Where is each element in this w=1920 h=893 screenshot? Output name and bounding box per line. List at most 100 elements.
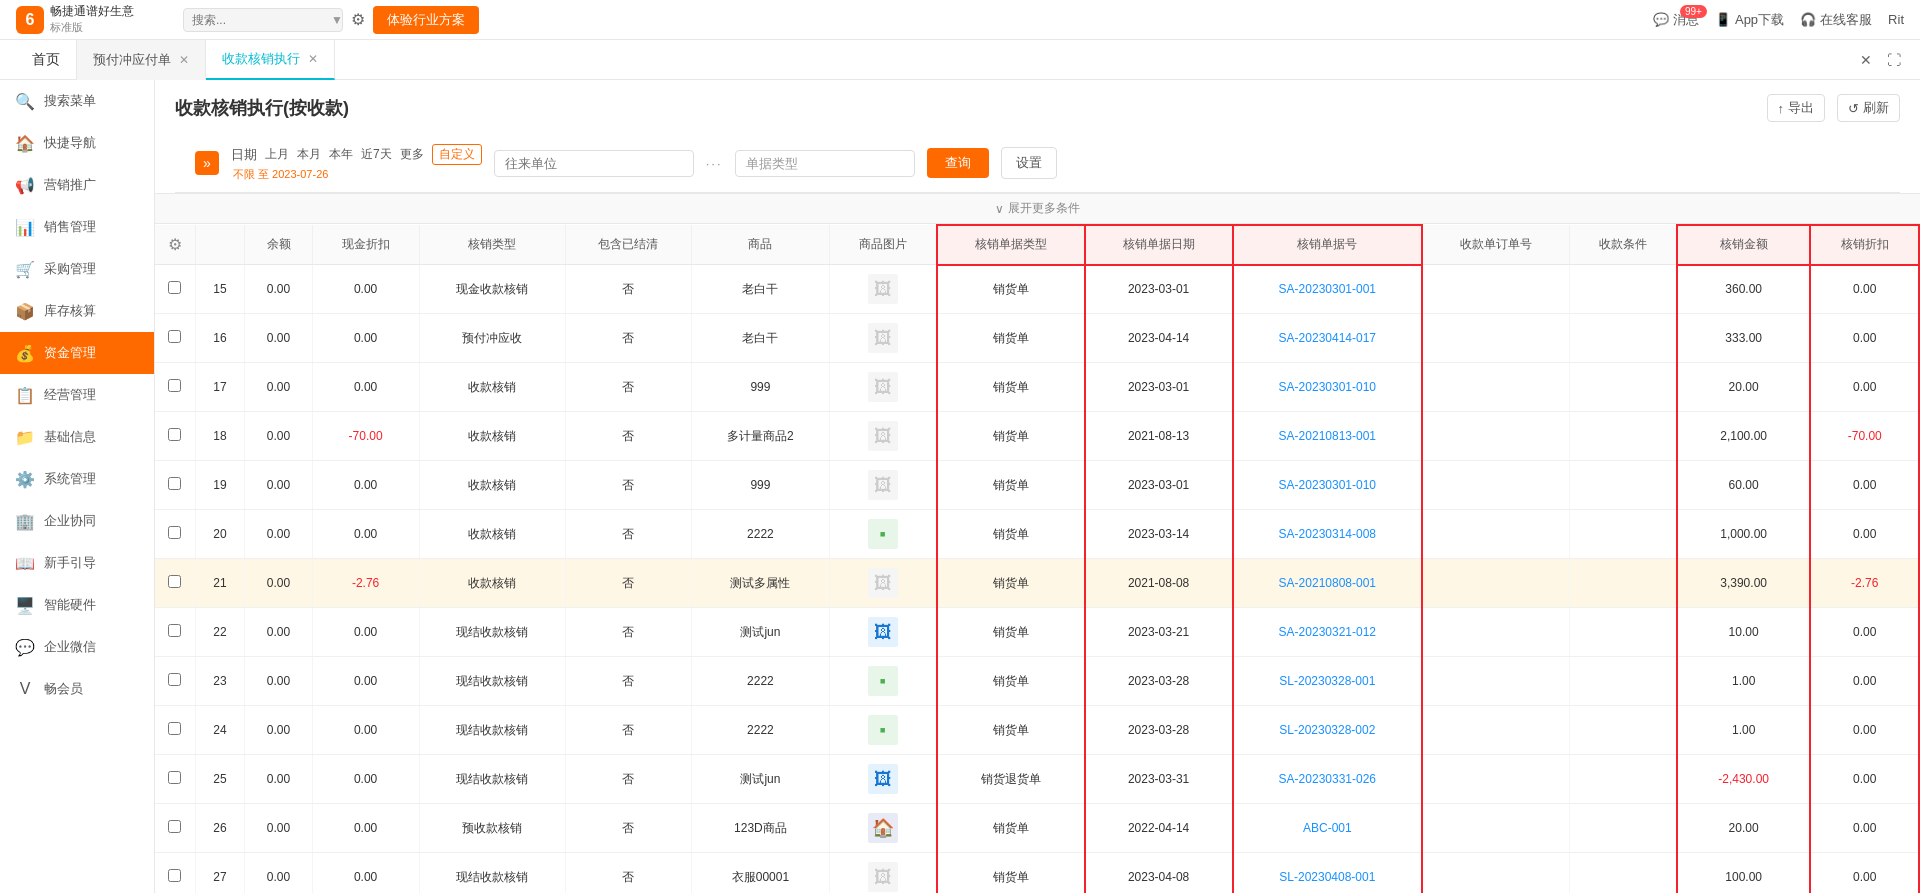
- date-7days[interactable]: 近7天: [361, 146, 392, 163]
- window-close-icon[interactable]: ✕: [1856, 50, 1876, 70]
- cell-voucher-no[interactable]: SA-20210808-001: [1233, 559, 1423, 608]
- cell-goods: 999: [692, 461, 829, 510]
- sidebar-item-hardware[interactable]: 🖥️ 智能硬件: [0, 584, 154, 626]
- tab-home[interactable]: 首页: [16, 40, 77, 80]
- voucher-type-select[interactable]: 单据类型: [735, 150, 915, 177]
- row-checkbox[interactable]: [168, 281, 181, 294]
- cell-checkbox[interactable]: [155, 314, 195, 363]
- cell-checkbox[interactable]: [155, 412, 195, 461]
- export-btn[interactable]: ↑ 导出: [1767, 94, 1826, 122]
- cell-checkbox[interactable]: [155, 461, 195, 510]
- cell-checkbox[interactable]: [155, 657, 195, 706]
- cell-voucher-no[interactable]: SA-20230321-012: [1233, 608, 1423, 657]
- sidebar-item-system[interactable]: ⚙️ 系统管理: [0, 458, 154, 500]
- sidebar-item-search[interactable]: 🔍 搜索菜单: [0, 80, 154, 122]
- cell-voucher-no[interactable]: SA-20230301-010: [1233, 363, 1423, 412]
- cell-checkbox[interactable]: [155, 853, 195, 894]
- row-checkbox[interactable]: [168, 575, 181, 588]
- date-cur-month[interactable]: 本月: [297, 146, 321, 163]
- cell-checkbox[interactable]: [155, 559, 195, 608]
- cell-voucher-date: 2023-03-01: [1085, 461, 1233, 510]
- tab-prepay[interactable]: 预付冲应付单 ✕: [77, 40, 206, 80]
- message-area[interactable]: 💬 消息 99+: [1653, 11, 1699, 29]
- cell-checkbox[interactable]: [155, 706, 195, 755]
- user-area[interactable]: Rit: [1888, 12, 1904, 27]
- tab-collection-close-icon[interactable]: ✕: [308, 52, 318, 66]
- expand-conditions-btn[interactable]: ∨ 展开更多条件: [995, 200, 1080, 217]
- cell-goods-img: 🖼: [829, 853, 937, 894]
- cell-checkbox[interactable]: [155, 363, 195, 412]
- cell-writeoff-amount: 20.00: [1677, 804, 1811, 853]
- row-checkbox[interactable]: [168, 820, 181, 833]
- row-checkbox[interactable]: [168, 771, 181, 784]
- row-checkbox[interactable]: [168, 526, 181, 539]
- filter-toggle-btn[interactable]: »: [195, 151, 219, 175]
- tab-prepay-close-icon[interactable]: ✕: [179, 53, 189, 67]
- sidebar-item-finance[interactable]: 💰 资金管理: [0, 332, 154, 374]
- cell-voucher-no[interactable]: SA-20230301-001: [1233, 265, 1423, 314]
- date-more[interactable]: 更多: [400, 146, 424, 163]
- tab-collection[interactable]: 收款核销执行 ✕: [206, 40, 335, 80]
- cell-writeoff-amount: 20.00: [1677, 363, 1811, 412]
- global-search-input[interactable]: [183, 8, 343, 32]
- cell-voucher-no[interactable]: SA-20210813-001: [1233, 412, 1423, 461]
- cell-checkbox[interactable]: [155, 755, 195, 804]
- date-custom[interactable]: 自定义: [432, 144, 482, 165]
- row-checkbox[interactable]: [168, 477, 181, 490]
- sidebar-label-finance: 资金管理: [44, 344, 96, 362]
- sidebar-item-guide[interactable]: 📖 新手引导: [0, 542, 154, 584]
- cell-voucher-no[interactable]: SA-20230331-026: [1233, 755, 1423, 804]
- cell-checkbox[interactable]: [155, 804, 195, 853]
- row-checkbox[interactable]: [168, 379, 181, 392]
- cell-checkbox[interactable]: [155, 608, 195, 657]
- row-checkbox[interactable]: [168, 673, 181, 686]
- sidebar-item-sales[interactable]: 📊 销售管理: [0, 206, 154, 248]
- cell-checkbox[interactable]: [155, 265, 195, 314]
- sidebar-item-basic[interactable]: 📁 基础信息: [0, 416, 154, 458]
- cell-receipt-condition: [1569, 853, 1677, 894]
- sidebar-item-business[interactable]: 📋 经营管理: [0, 374, 154, 416]
- refresh-btn[interactable]: ↺ 刷新: [1837, 94, 1900, 122]
- sidebar-item-shortcut[interactable]: 🏠 快捷导航: [0, 122, 154, 164]
- settings-icon[interactable]: ⚙: [351, 10, 365, 29]
- industry-btn[interactable]: 体验行业方案: [373, 6, 479, 34]
- cell-voucher-no[interactable]: SA-20230301-010: [1233, 461, 1423, 510]
- cell-writeoff-type: 收款核销: [419, 461, 565, 510]
- filter-date-section: 日期 上月 本月 本年 近7天 更多 自定义 不限 至 2023-07-26: [231, 144, 482, 182]
- sidebar-item-marketing[interactable]: 📢 营销推广: [0, 164, 154, 206]
- cell-writeoff-discount: 0.00: [1810, 755, 1919, 804]
- row-checkbox[interactable]: [168, 869, 181, 882]
- cell-voucher-no[interactable]: SA-20230314-008: [1233, 510, 1423, 559]
- filter-settings-btn[interactable]: 设置: [1001, 147, 1057, 179]
- col-settings-gear-icon[interactable]: ⚙: [168, 236, 182, 253]
- online-service-area[interactable]: 🎧 在线客服: [1800, 11, 1872, 29]
- sidebar-item-inventory[interactable]: 📦 库存核算: [0, 290, 154, 332]
- cell-voucher-no[interactable]: SA-20230414-017: [1233, 314, 1423, 363]
- row-checkbox[interactable]: [168, 330, 181, 343]
- row-checkbox[interactable]: [168, 722, 181, 735]
- cell-voucher-no[interactable]: SL-20230328-001: [1233, 657, 1423, 706]
- window-maximize-icon[interactable]: ⛶: [1884, 50, 1904, 70]
- cell-checkbox[interactable]: [155, 510, 195, 559]
- row-checkbox[interactable]: [168, 624, 181, 637]
- sidebar-item-purchase[interactable]: 🛒 采购管理: [0, 248, 154, 290]
- sidebar-item-member[interactable]: V 畅会员: [0, 668, 154, 710]
- sidebar-item-wechat[interactable]: 💬 企业微信: [0, 626, 154, 668]
- brand-area: 6 畅捷通谱好生意 标准版: [16, 4, 171, 35]
- query-btn[interactable]: 查询: [927, 148, 989, 178]
- wechat-icon: 💬: [16, 638, 34, 656]
- counterparty-input[interactable]: [494, 150, 694, 177]
- basic-icon: 📁: [16, 428, 34, 446]
- cell-balance: 0.00: [245, 363, 312, 412]
- sidebar-item-enterprise[interactable]: 🏢 企业协同: [0, 500, 154, 542]
- cell-voucher-no[interactable]: SL-20230408-001: [1233, 853, 1423, 894]
- cell-voucher-no[interactable]: ABC-001: [1233, 804, 1423, 853]
- date-prev-month[interactable]: 上月: [265, 146, 289, 163]
- row-checkbox[interactable]: [168, 428, 181, 441]
- cell-writeoff-discount: 0.00: [1810, 608, 1919, 657]
- col-header-settings[interactable]: ⚙: [155, 225, 195, 265]
- app-download-area[interactable]: 📱 App下载: [1715, 11, 1784, 29]
- sidebar: 🔍 搜索菜单 🏠 快捷导航 📢 营销推广 📊 销售管理 🛒 采购管理 📦 库存核…: [0, 80, 155, 893]
- cell-voucher-no[interactable]: SL-20230328-002: [1233, 706, 1423, 755]
- date-cur-year[interactable]: 本年: [329, 146, 353, 163]
